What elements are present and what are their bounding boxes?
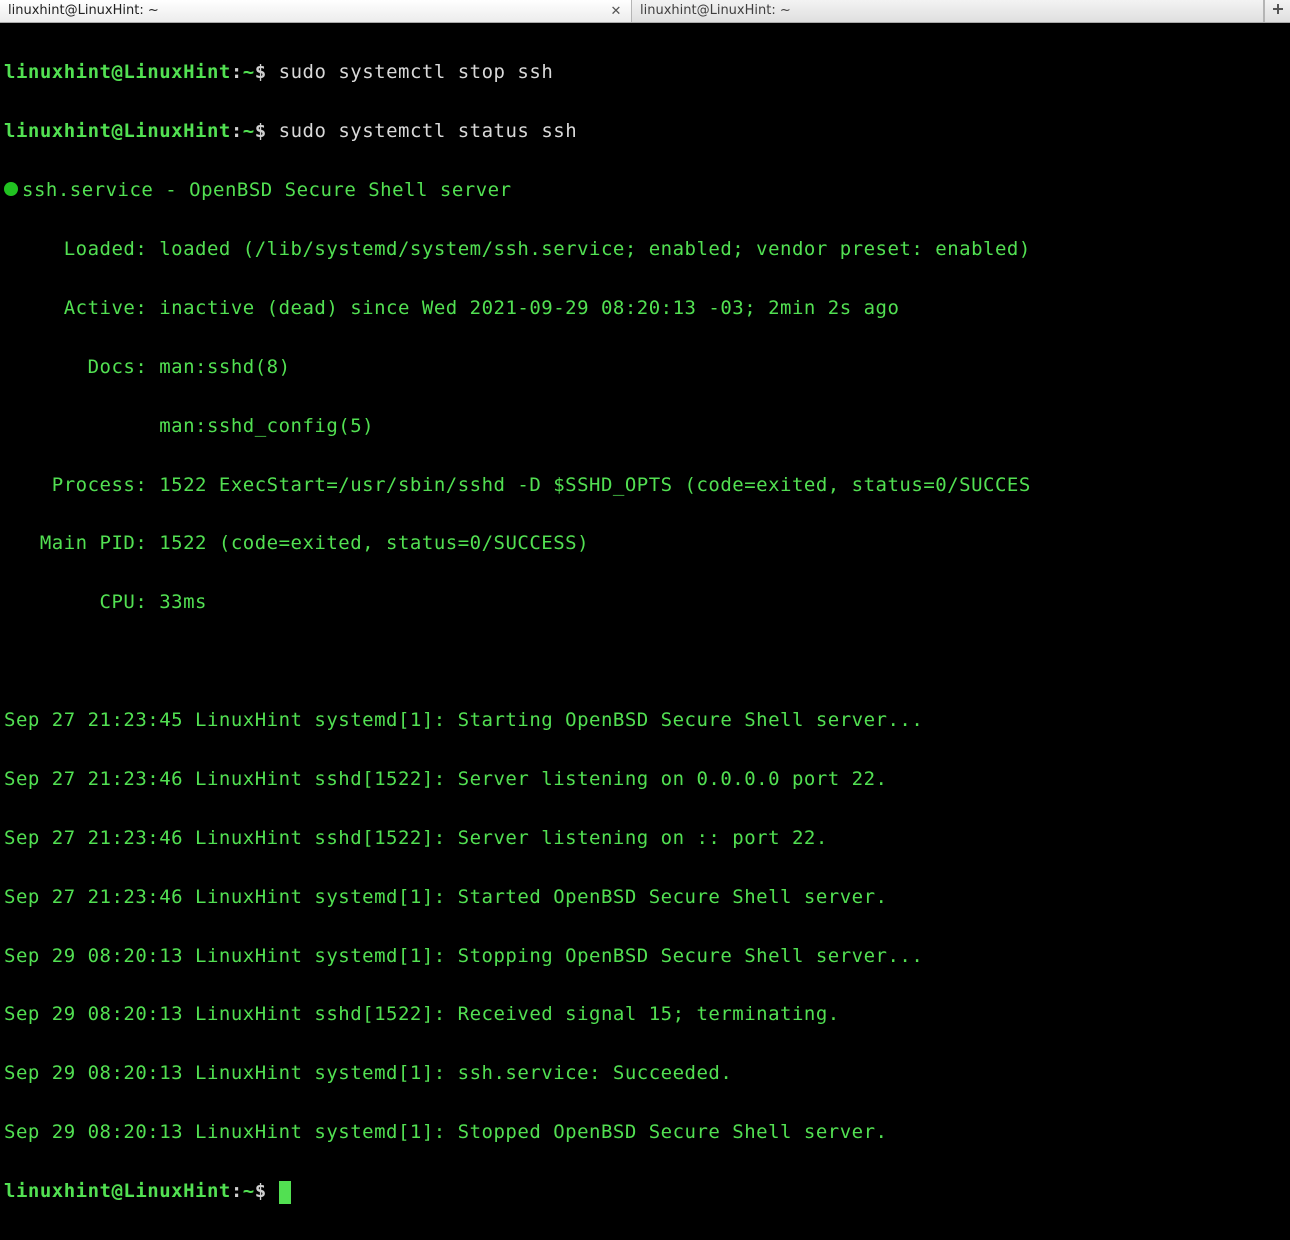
log-line: Sep 27 21:23:46 LinuxHint sshd[1522]: Se… (4, 824, 1286, 853)
status-active: Active: inactive (dead) since Wed 2021-0… (4, 294, 1286, 323)
unit-desc: OpenBSD Secure Shell server (189, 179, 511, 201)
log-line: Sep 29 08:20:13 LinuxHint systemd[1]: ss… (4, 1059, 1286, 1088)
prompt-sep: : (231, 1180, 243, 1202)
log-line: Sep 27 21:23:46 LinuxHint sshd[1522]: Se… (4, 765, 1286, 794)
prompt-user: linuxhint@LinuxHint (4, 120, 231, 142)
prompt-path: ~ (243, 61, 255, 83)
terminal-tab-1[interactable]: linuxhint@LinuxHint: ~ ✕ (0, 0, 632, 22)
tab-title: linuxhint@LinuxHint: ~ (640, 1, 1255, 21)
status-process: Process: 1522 ExecStart=/usr/sbin/sshd -… (4, 471, 1286, 500)
status-loaded: Loaded: loaded (/lib/systemd/system/ssh.… (4, 235, 1286, 264)
terminal-output[interactable]: linuxhint@LinuxHint:~$ sudo systemctl st… (0, 23, 1290, 1240)
status-docs-2: man:sshd_config(5) (4, 412, 1286, 441)
log-line: Sep 29 08:20:13 LinuxHint systemd[1]: St… (4, 942, 1286, 971)
prompt-line: linuxhint@LinuxHint:~$ (4, 1177, 1286, 1206)
plus-icon (1272, 0, 1284, 23)
cursor (279, 1181, 291, 1204)
unit-name: ssh.service - (22, 179, 189, 201)
prompt-sep: : (231, 61, 243, 83)
status-cpu: CPU: 33ms (4, 588, 1286, 617)
log-line: Sep 27 21:23:45 LinuxHint systemd[1]: St… (4, 706, 1286, 735)
status-dot-icon (4, 182, 18, 196)
status-docs: Docs: man:sshd(8) (4, 353, 1286, 382)
command-line: linuxhint@LinuxHint:~$ sudo systemctl st… (4, 117, 1286, 146)
prompt-dollar: $ (255, 120, 267, 142)
blank-line (4, 647, 1286, 676)
log-line: Sep 29 08:20:13 LinuxHint sshd[1522]: Re… (4, 1000, 1286, 1029)
command-text: sudo systemctl stop ssh (279, 61, 554, 83)
command-line: linuxhint@LinuxHint:~$ sudo systemctl st… (4, 58, 1286, 87)
tab-title: linuxhint@LinuxHint: ~ (8, 1, 603, 21)
prompt-dollar: $ (255, 61, 267, 83)
log-line: Sep 29 08:20:13 LinuxHint systemd[1]: St… (4, 1118, 1286, 1147)
new-tab-button[interactable] (1264, 0, 1290, 22)
terminal-tab-2[interactable]: linuxhint@LinuxHint: ~ (632, 0, 1264, 22)
status-mainpid: Main PID: 1522 (code=exited, status=0/SU… (4, 529, 1286, 558)
prompt-dollar: $ (255, 1180, 267, 1202)
prompt-user: linuxhint@LinuxHint (4, 61, 231, 83)
status-header: ssh.service - OpenBSD Secure Shell serve… (4, 176, 1286, 205)
log-line: Sep 27 21:23:46 LinuxHint systemd[1]: St… (4, 883, 1286, 912)
tab-bar: linuxhint@LinuxHint: ~ ✕ linuxhint@Linux… (0, 0, 1290, 23)
prompt-sep: : (231, 120, 243, 142)
prompt-path: ~ (243, 1180, 255, 1202)
prompt-path: ~ (243, 120, 255, 142)
close-icon[interactable]: ✕ (609, 4, 623, 18)
command-text: sudo systemctl status ssh (279, 120, 577, 142)
prompt-user: linuxhint@LinuxHint (4, 1180, 231, 1202)
